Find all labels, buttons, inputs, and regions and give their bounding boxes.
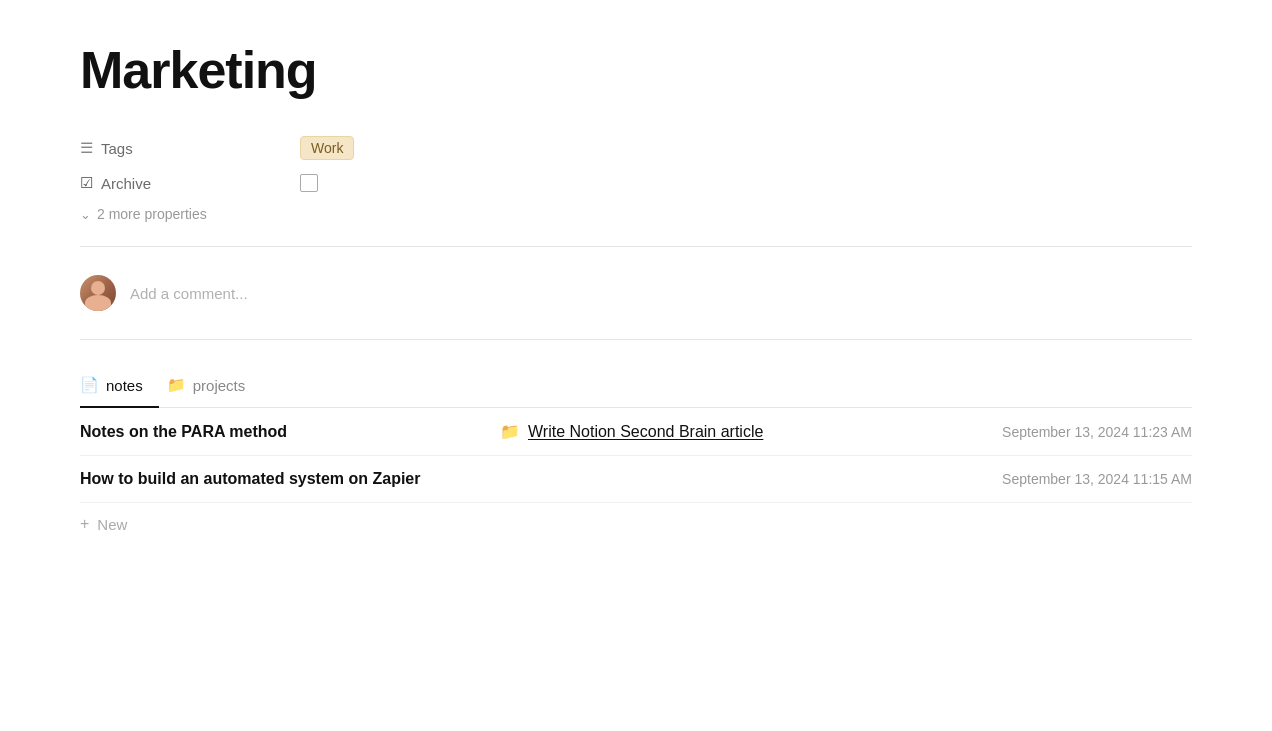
divider-1 bbox=[80, 246, 1192, 247]
note-date-2: September 13, 2024 11:15 AM bbox=[1002, 471, 1192, 487]
comment-input[interactable]: Add a comment... bbox=[130, 285, 248, 302]
note-date-1: September 13, 2024 11:23 AM bbox=[1002, 424, 1192, 440]
archive-value[interactable] bbox=[300, 174, 318, 192]
tab-notes[interactable]: 📄 notes bbox=[80, 368, 159, 408]
work-tag-badge[interactable]: Work bbox=[300, 136, 354, 160]
table-row: How to build an automated system on Zapi… bbox=[80, 456, 1192, 503]
notes-tab-label: notes bbox=[106, 377, 143, 394]
table-row: Notes on the PARA method 📁 Write Notion … bbox=[80, 408, 1192, 456]
checkbox-icon: ☑ bbox=[80, 174, 93, 192]
tags-label: ☰ Tags bbox=[80, 139, 300, 157]
chevron-down-icon: ⌄ bbox=[80, 207, 91, 222]
tabs-section: 📄 notes 📁 projects Notes on the PARA met… bbox=[80, 368, 1192, 533]
archive-checkbox[interactable] bbox=[300, 174, 318, 192]
comment-section: Add a comment... bbox=[80, 267, 1192, 319]
tabs-header: 📄 notes 📁 projects bbox=[80, 368, 1192, 408]
notes-list: Notes on the PARA method 📁 Write Notion … bbox=[80, 408, 1192, 533]
page-title: Marketing bbox=[80, 40, 1192, 100]
projects-tab-icon: 📁 bbox=[167, 376, 186, 394]
projects-tab-label: projects bbox=[193, 377, 246, 394]
properties-section: ☰ Tags Work ☑ Archive ⌄ 2 more propertie… bbox=[80, 136, 1192, 222]
archive-label: ☑ Archive bbox=[80, 174, 300, 192]
note-title-1[interactable]: Notes on the PARA method bbox=[80, 423, 500, 441]
plus-icon: + bbox=[80, 515, 89, 533]
tags-label-text: Tags bbox=[101, 140, 133, 157]
archive-property-row: ☑ Archive bbox=[80, 174, 1192, 192]
note-project-1: 📁 Write Notion Second Brain article bbox=[500, 422, 1002, 441]
tab-projects[interactable]: 📁 projects bbox=[167, 368, 262, 408]
tags-value[interactable]: Work bbox=[300, 136, 354, 160]
archive-label-text: Archive bbox=[101, 175, 151, 192]
new-row[interactable]: + New bbox=[80, 503, 1192, 533]
note-project-link-1[interactable]: Write Notion Second Brain article bbox=[528, 423, 763, 441]
notes-tab-icon: 📄 bbox=[80, 376, 99, 394]
tags-property-row: ☰ Tags Work bbox=[80, 136, 1192, 160]
new-button-label[interactable]: New bbox=[97, 516, 127, 533]
list-icon: ☰ bbox=[80, 139, 93, 157]
more-properties-toggle[interactable]: ⌄ 2 more properties bbox=[80, 206, 1192, 222]
note-title-2[interactable]: How to build an automated system on Zapi… bbox=[80, 470, 500, 488]
avatar bbox=[80, 275, 116, 311]
more-properties-label: 2 more properties bbox=[97, 206, 207, 222]
divider-2 bbox=[80, 339, 1192, 340]
folder-icon: 📁 bbox=[500, 422, 520, 441]
